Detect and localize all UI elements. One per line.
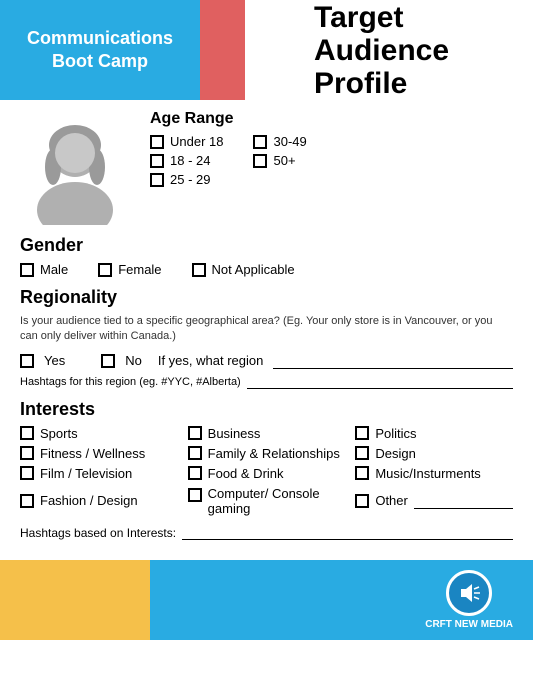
- age-range-columns: Under 18 18 - 24 25 - 29 30-49: [150, 134, 513, 187]
- region-hashtag-row: Hashtags for this region (eg. #YYC, #Alb…: [20, 375, 513, 389]
- interest-checkbox-family[interactable]: [188, 446, 202, 460]
- interest-checkbox-food[interactable]: [188, 466, 202, 480]
- interest-other: Other: [355, 486, 513, 516]
- gender-label-female: Female: [118, 262, 161, 277]
- interest-label-family: Family & Relationships: [208, 446, 340, 461]
- interest-label-gaming: Computer/ Console gaming: [208, 486, 320, 516]
- age-label-30-49: 30-49: [273, 134, 306, 149]
- interest-label-fashion: Fashion / Design: [40, 493, 138, 508]
- interest-label-food: Food & Drink: [208, 466, 284, 481]
- regionality-title: Regionality: [20, 287, 513, 308]
- interest-checkbox-film[interactable]: [20, 466, 34, 480]
- footer: CRFT NEW MEDIA: [0, 560, 533, 640]
- main-content: Age Range Under 18 18 - 24 25 - 29: [0, 100, 533, 560]
- interest-checkbox-business[interactable]: [188, 426, 202, 440]
- footer-logo-icon: [446, 570, 492, 616]
- age-option-18-24: 18 - 24: [150, 153, 223, 168]
- interest-gaming: Computer/ Console gaming: [188, 486, 346, 516]
- region-checkbox-yes[interactable]: [20, 354, 34, 368]
- interest-checkbox-design[interactable]: [355, 446, 369, 460]
- age-option-25-29: 25 - 29: [150, 172, 223, 187]
- age-option-50plus: 50+: [253, 153, 306, 168]
- age-col-1: Under 18 18 - 24 25 - 29: [150, 134, 223, 187]
- interest-checkbox-sports[interactable]: [20, 426, 34, 440]
- interest-family: Family & Relationships: [188, 446, 346, 461]
- age-label-50plus: 50+: [273, 153, 295, 168]
- age-range-title: Age Range: [150, 110, 513, 128]
- interest-label-politics: Politics: [375, 426, 416, 441]
- avatar: [20, 115, 130, 225]
- interest-checkbox-other[interactable]: [355, 494, 369, 508]
- gender-row: Male Female Not Applicable: [20, 262, 513, 277]
- gender-label-na: Not Applicable: [212, 262, 295, 277]
- interest-design: Design: [355, 446, 513, 461]
- region-yes-label: Yes: [44, 353, 65, 368]
- interest-politics: Politics: [355, 426, 513, 441]
- regionality-description: Is your audience tied to a specific geog…: [20, 314, 513, 345]
- footer-logo: CRFT NEW MEDIA: [425, 570, 513, 630]
- age-checkbox-30-49[interactable]: [253, 135, 267, 149]
- gender-male: Male: [20, 262, 68, 277]
- interest-fitness: Fitness / Wellness: [20, 446, 178, 461]
- age-label-18-24: 18 - 24: [170, 153, 210, 168]
- interests-grid: Sports Business Politics Fitness / Welln…: [20, 426, 513, 516]
- interest-music: Music/Insturments: [355, 466, 513, 481]
- interests-title: Interests: [20, 399, 513, 420]
- interest-food: Food & Drink: [188, 466, 346, 481]
- region-yes-no-row: Yes No If yes, what region: [20, 353, 513, 369]
- interest-label-sports: Sports: [40, 426, 78, 441]
- interest-label-design: Design: [375, 446, 415, 461]
- age-option-30-49: 30-49: [253, 134, 306, 149]
- header: Communications Boot Camp Target Audience…: [0, 0, 533, 100]
- age-checkbox-25-29[interactable]: [150, 173, 164, 187]
- gender-checkbox-female[interactable]: [98, 263, 112, 277]
- hashtag-interests-label: Hashtags based on Interests:: [20, 526, 176, 540]
- interest-other-field[interactable]: [414, 493, 513, 509]
- region-hashtag-field[interactable]: [247, 375, 513, 389]
- region-checkbox-no[interactable]: [101, 354, 115, 368]
- interest-checkbox-gaming[interactable]: [188, 488, 202, 502]
- gender-label-male: Male: [40, 262, 68, 277]
- hashtag-interests-field[interactable]: [182, 526, 513, 540]
- age-label-under18: Under 18: [170, 134, 223, 149]
- interest-sports: Sports: [20, 426, 178, 441]
- profile-top: Age Range Under 18 18 - 24 25 - 29: [20, 110, 513, 225]
- page-title: Target Audience Profile: [314, 1, 449, 100]
- region-no-label: No: [125, 353, 142, 368]
- interest-fashion: Fashion / Design: [20, 486, 178, 516]
- hashtag-interests-row: Hashtags based on Interests:: [20, 526, 513, 540]
- interest-business: Business: [188, 426, 346, 441]
- gender-not-applicable: Not Applicable: [192, 262, 295, 277]
- interest-label-film: Film / Television: [40, 466, 132, 481]
- age-option-under18: Under 18: [150, 134, 223, 149]
- footer-left-block: [0, 560, 150, 640]
- interest-label-fitness: Fitness / Wellness: [40, 446, 145, 461]
- header-left: Communications Boot Camp: [0, 0, 200, 100]
- interest-label-music: Music/Insturments: [375, 466, 480, 481]
- header-right: Target Audience Profile: [200, 0, 533, 100]
- interest-checkbox-fitness[interactable]: [20, 446, 34, 460]
- interest-checkbox-fashion[interactable]: [20, 494, 34, 508]
- interest-film: Film / Television: [20, 466, 178, 481]
- interest-label-business: Business: [208, 426, 261, 441]
- interest-label-other: Other: [375, 493, 408, 508]
- region-hashtag-label: Hashtags for this region (eg. #YYC, #Alb…: [20, 376, 241, 388]
- age-checkbox-under18[interactable]: [150, 135, 164, 149]
- age-label-25-29: 25 - 29: [170, 172, 210, 187]
- footer-right-block: CRFT NEW MEDIA: [150, 560, 533, 640]
- interest-checkbox-politics[interactable]: [355, 426, 369, 440]
- header-title: Communications Boot Camp: [27, 27, 173, 74]
- interest-checkbox-music[interactable]: [355, 466, 369, 480]
- region-field[interactable]: [273, 353, 513, 369]
- gender-title: Gender: [20, 235, 513, 256]
- age-checkbox-50plus[interactable]: [253, 154, 267, 168]
- footer-logo-text: CRFT NEW MEDIA: [425, 619, 513, 630]
- gender-checkbox-male[interactable]: [20, 263, 34, 277]
- age-col-2: 30-49 50+: [253, 134, 306, 187]
- age-checkbox-18-24[interactable]: [150, 154, 164, 168]
- gender-female: Female: [98, 262, 161, 277]
- region-if-yes-label: If yes, what region: [158, 353, 264, 368]
- age-range-block: Age Range Under 18 18 - 24 25 - 29: [150, 110, 513, 187]
- gender-checkbox-na[interactable]: [192, 263, 206, 277]
